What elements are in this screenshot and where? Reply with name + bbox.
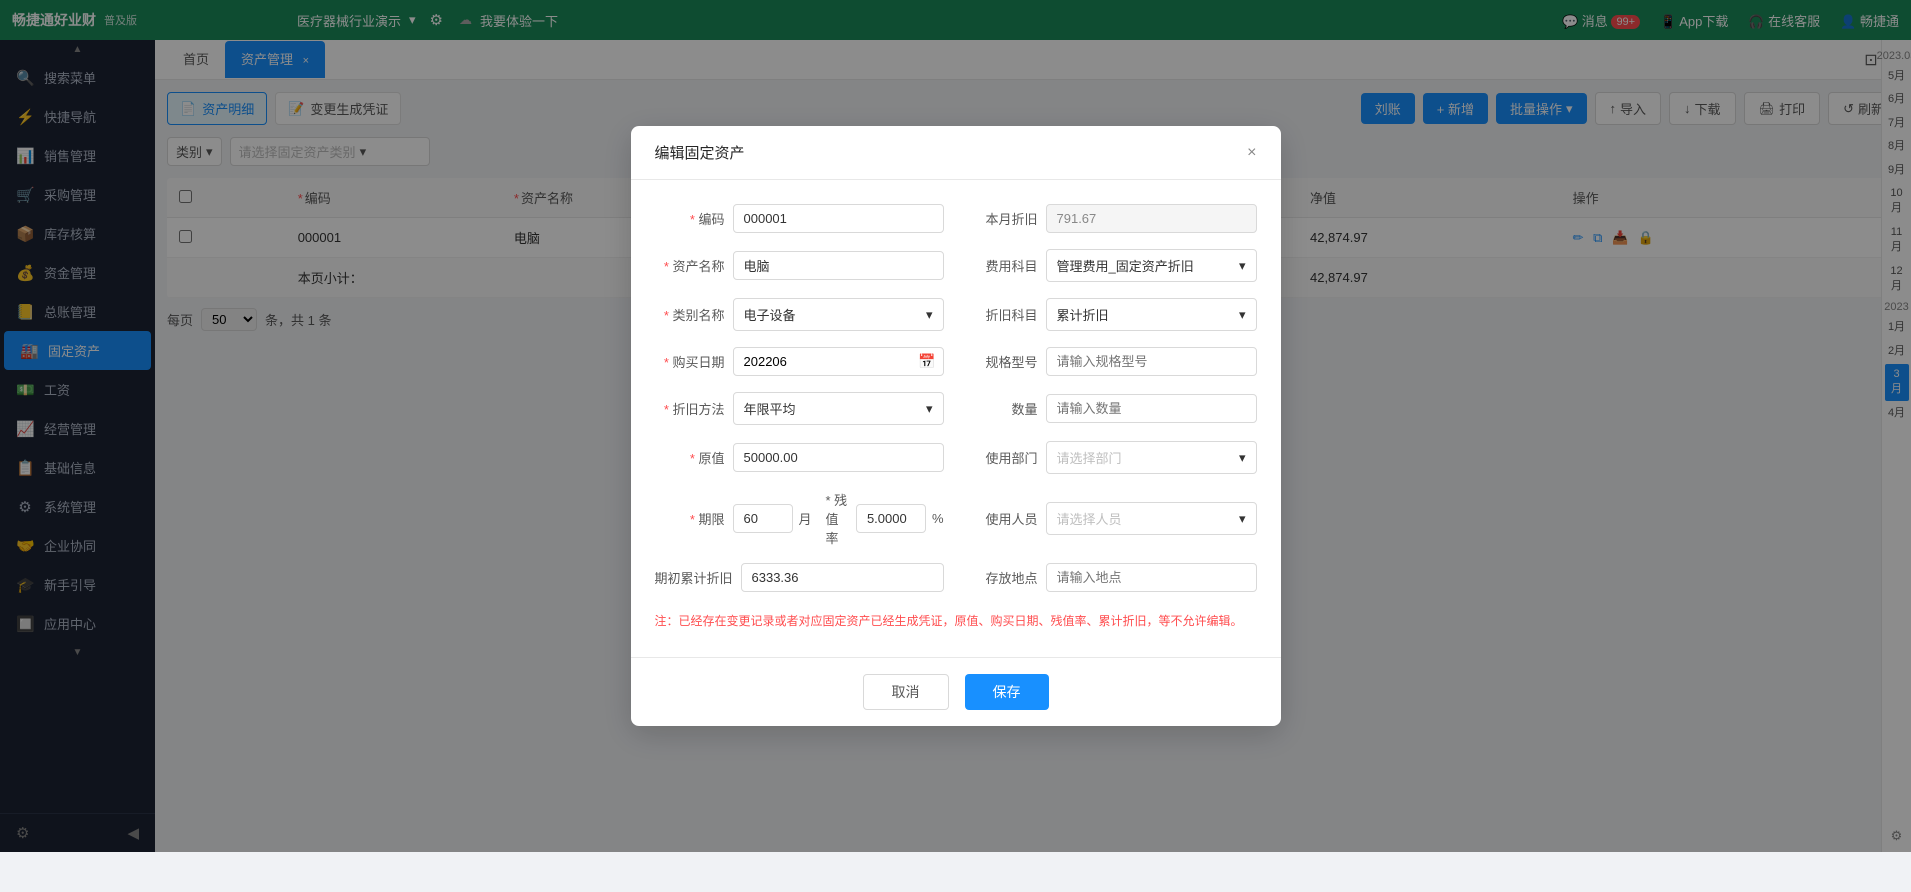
form-row-asset-name: 资产名称 — [655, 249, 944, 282]
modal-body: 编码 本月折旧 资产名称 费用科目 管理费用_固定资产折旧 ▾ 类别名称 — [631, 180, 1281, 657]
asset-name-label: 资产名称 — [655, 256, 725, 275]
initial-dep-input[interactable] — [741, 563, 944, 592]
user-select[interactable]: 请选择人员 ▾ — [1046, 502, 1257, 535]
quantity-label: 数量 — [968, 399, 1038, 418]
chevron-down-icon: ▾ — [1239, 450, 1246, 466]
residual-rate-label: * 残值率 — [826, 490, 850, 547]
dep-account-select[interactable]: 累计折旧 ▾ — [1046, 298, 1257, 331]
form-row-spec: 规格型号 — [968, 347, 1257, 376]
form-row-purchase-date: 购买日期 📅 — [655, 347, 944, 376]
modal-overlay: 编辑固定资产 × 编码 本月折旧 资产名称 费用科目 管理费用_固定资产折旧 — [0, 0, 1911, 852]
form-row-code: 编码 — [655, 204, 944, 233]
code-label: 编码 — [655, 209, 725, 228]
chevron-down-icon: ▾ — [1239, 307, 1246, 323]
modal-footer: 取消 保存 — [631, 657, 1281, 726]
monthly-dep-input — [1046, 204, 1257, 233]
code-input[interactable] — [733, 204, 944, 233]
form-row-original-value: 原值 — [655, 441, 944, 474]
form-row-dep-account: 折旧科目 累计折旧 ▾ — [968, 298, 1257, 331]
dep-account-label: 折旧科目 — [968, 305, 1038, 324]
purchase-date-input[interactable] — [733, 347, 944, 376]
location-label: 存放地点 — [968, 568, 1038, 587]
modal-header: 编辑固定资产 × — [631, 126, 1281, 180]
dep-method-label: 折旧方法 — [655, 399, 725, 418]
original-value-label: 原值 — [655, 448, 725, 467]
period-unit-label: 月 — [799, 509, 812, 528]
form-row-department: 使用部门 请选择部门 ▾ — [968, 441, 1257, 474]
department-select[interactable]: 请选择部门 ▾ — [1046, 441, 1257, 474]
form-row-monthly-dep: 本月折旧 — [968, 204, 1257, 233]
form-row-location: 存放地点 — [968, 563, 1257, 592]
modal-title: 编辑固定资产 — [655, 142, 745, 163]
residual-rate-unit: % — [932, 511, 944, 526]
form-row-quantity: 数量 — [968, 392, 1257, 425]
asset-name-input[interactable] — [733, 251, 944, 280]
period-label: 期限 — [655, 509, 725, 528]
initial-dep-label: 期初累计折旧 — [655, 568, 733, 587]
form-row-period: 期限 月 * 残值率 % — [655, 490, 944, 547]
category-label: 类别名称 — [655, 305, 725, 324]
department-label: 使用部门 — [968, 448, 1038, 467]
cancel-btn[interactable]: 取消 — [863, 674, 949, 710]
edit-asset-modal: 编辑固定资产 × 编码 本月折旧 资产名称 费用科目 管理费用_固定资产折旧 — [631, 126, 1281, 726]
quantity-input[interactable] — [1046, 394, 1257, 423]
period-input[interactable] — [733, 504, 793, 533]
dep-method-select[interactable]: 年限平均 ▾ — [733, 392, 944, 425]
monthly-dep-label: 本月折旧 — [968, 209, 1038, 228]
expense-account-label: 费用科目 — [968, 256, 1038, 275]
modal-note: 注：已经存在变更记录或者对应固定资产已经生成凭证，原值、购买日期、残值率、累计折… — [655, 608, 1257, 633]
save-btn[interactable]: 保存 — [965, 674, 1049, 710]
form-row-initial-dep: 期初累计折旧 — [655, 563, 944, 592]
original-value-input[interactable] — [733, 443, 944, 472]
category-select[interactable]: 电子设备 ▾ — [733, 298, 944, 331]
spec-label: 规格型号 — [968, 352, 1038, 371]
location-input[interactable] — [1046, 563, 1257, 592]
user-label: 使用人员 — [968, 509, 1038, 528]
period-group: 月 * 残值率 % — [733, 490, 944, 547]
modal-close-btn[interactable]: × — [1247, 144, 1256, 162]
chevron-down-icon: ▾ — [926, 307, 933, 323]
form-row-dep-method: 折旧方法 年限平均 ▾ — [655, 392, 944, 425]
residual-rate-input[interactable] — [856, 504, 926, 533]
expense-account-select[interactable]: 管理费用_固定资产折旧 ▾ — [1046, 249, 1257, 282]
chevron-down-icon: ▾ — [926, 401, 933, 417]
purchase-date-wrap: 📅 — [733, 347, 944, 376]
chevron-down-icon: ▾ — [1239, 511, 1246, 527]
spec-input[interactable] — [1046, 347, 1257, 376]
chevron-down-icon: ▾ — [1239, 258, 1246, 274]
form-row-expense-account: 费用科目 管理费用_固定资产折旧 ▾ — [968, 249, 1257, 282]
form-row-category: 类别名称 电子设备 ▾ — [655, 298, 944, 331]
form-row-user: 使用人员 请选择人员 ▾ — [968, 490, 1257, 547]
purchase-date-label: 购买日期 — [655, 352, 725, 371]
